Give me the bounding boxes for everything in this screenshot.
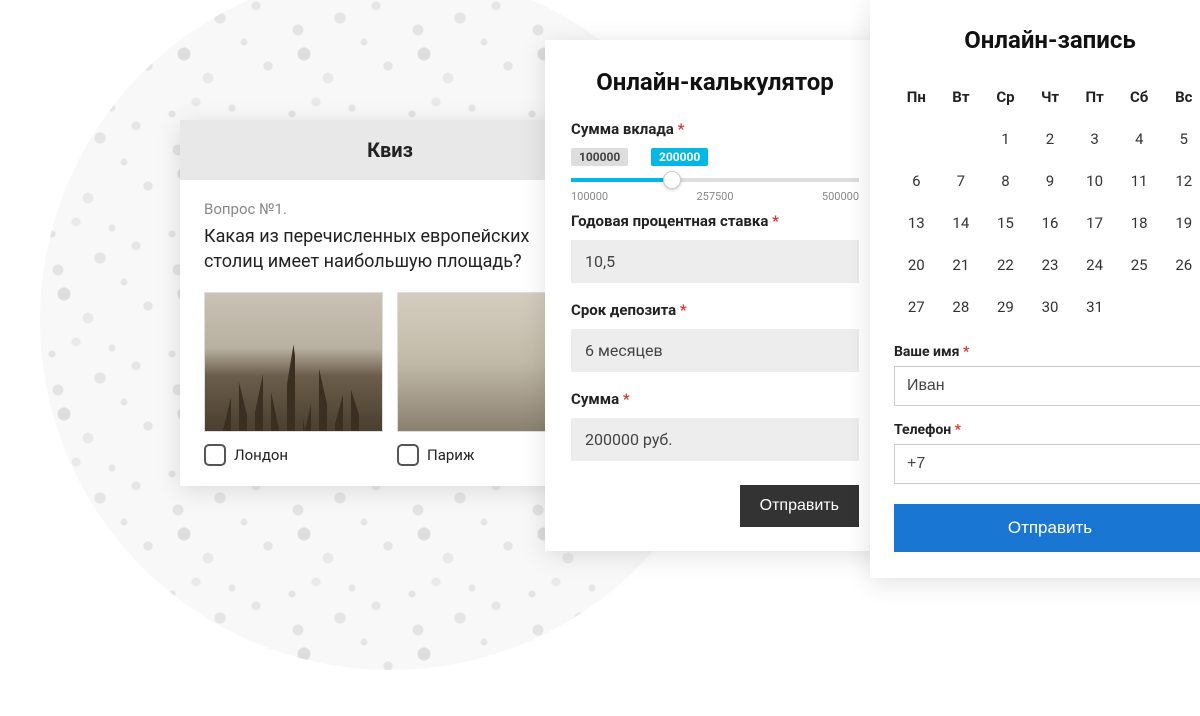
calendar-day[interactable]: 5 bbox=[1161, 118, 1200, 160]
quiz-option-london[interactable]: Лондон bbox=[204, 292, 383, 466]
sum-label: Сумма * bbox=[571, 390, 859, 408]
calendar-day[interactable]: 22 bbox=[983, 244, 1028, 286]
slider-thumb[interactable] bbox=[663, 171, 681, 189]
calendar-day[interactable]: 2 bbox=[1028, 118, 1073, 160]
calendar-day[interactable]: 16 bbox=[1028, 202, 1073, 244]
calculator-card: Онлайн-калькулятор Сумма вклада * 100000… bbox=[545, 40, 885, 551]
calendar-day bbox=[1161, 286, 1200, 328]
calendar-weekday: Ср bbox=[983, 76, 1028, 118]
quiz-option-label: Лондон bbox=[234, 446, 288, 464]
calendar-day[interactable]: 18 bbox=[1117, 202, 1162, 244]
calendar-weekday: Чт bbox=[1028, 76, 1073, 118]
slider-tick-mid: 257500 bbox=[696, 190, 733, 203]
calendar-day[interactable]: 6 bbox=[894, 160, 939, 202]
checkbox-icon[interactable] bbox=[204, 444, 226, 466]
calendar-day[interactable]: 7 bbox=[939, 160, 984, 202]
calendar-weekday: Вт bbox=[939, 76, 984, 118]
phone-input[interactable] bbox=[894, 444, 1200, 484]
name-label: Ваше имя * bbox=[894, 344, 1200, 360]
calendar-day[interactable]: 3 bbox=[1072, 118, 1117, 160]
calendar-day[interactable]: 4 bbox=[1117, 118, 1162, 160]
calendar-day[interactable]: 11 bbox=[1117, 160, 1162, 202]
calendar-weekday-header: ПнВтСрЧтПтСбВс bbox=[894, 76, 1200, 118]
calendar-day bbox=[939, 118, 984, 160]
slider-min-badge: 100000 bbox=[571, 148, 628, 166]
booking-title: Онлайн-запись bbox=[894, 26, 1200, 54]
calendar-row: 6789101112 bbox=[894, 160, 1200, 202]
calendar-day[interactable]: 15 bbox=[983, 202, 1028, 244]
calendar-day[interactable]: 8 bbox=[983, 160, 1028, 202]
calendar-day[interactable]: 9 bbox=[1028, 160, 1073, 202]
calendar-day[interactable]: 29 bbox=[983, 286, 1028, 328]
calendar-day[interactable]: 26 bbox=[1161, 244, 1200, 286]
calculator-title: Онлайн-калькулятор bbox=[571, 68, 859, 96]
calendar-row: 2728293031 bbox=[894, 286, 1200, 328]
deposit-slider[interactable]: 100000 200000 100000 257500 500000 bbox=[571, 148, 859, 208]
term-input[interactable]: 6 месяцев bbox=[571, 329, 859, 372]
quiz-question-number: Вопрос №1. bbox=[204, 200, 576, 218]
calendar-day[interactable]: 28 bbox=[939, 286, 984, 328]
calendar-row: 20212223242526 bbox=[894, 244, 1200, 286]
calendar-row: 13141516171819 bbox=[894, 202, 1200, 244]
calendar-day[interactable]: 30 bbox=[1028, 286, 1073, 328]
booking-submit-button[interactable]: Отправить bbox=[894, 504, 1200, 552]
calendar-day[interactable]: 31 bbox=[1072, 286, 1117, 328]
calendar-day[interactable]: 19 bbox=[1161, 202, 1200, 244]
phone-label: Телефон * bbox=[894, 422, 1200, 438]
quiz-option-label: Париж bbox=[427, 446, 474, 464]
term-label: Срок депозита * bbox=[571, 301, 859, 319]
calendar-day[interactable]: 24 bbox=[1072, 244, 1117, 286]
calendar-day[interactable]: 1 bbox=[983, 118, 1028, 160]
quiz-question-text: Какая из перечисленных европейских столи… bbox=[204, 224, 576, 274]
calendar-day[interactable]: 25 bbox=[1117, 244, 1162, 286]
calculator-submit-button[interactable]: Отправить bbox=[740, 485, 859, 527]
quiz-image-london bbox=[204, 292, 383, 432]
calendar-day bbox=[894, 118, 939, 160]
calendar-body: 1234567891011121314151617181920212223242… bbox=[894, 118, 1200, 328]
calendar-day[interactable]: 20 bbox=[894, 244, 939, 286]
quiz-header: Квиз bbox=[180, 120, 600, 180]
calendar-day[interactable]: 12 bbox=[1161, 160, 1200, 202]
rate-input[interactable]: 10,5 bbox=[571, 240, 859, 283]
slider-tick-max: 500000 bbox=[822, 190, 859, 203]
calendar-day[interactable]: 13 bbox=[894, 202, 939, 244]
calendar-weekday: Пн bbox=[894, 76, 939, 118]
calendar-day[interactable]: 17 bbox=[1072, 202, 1117, 244]
checkbox-icon[interactable] bbox=[397, 444, 419, 466]
calendar-weekday: Пт bbox=[1072, 76, 1117, 118]
name-input[interactable] bbox=[894, 366, 1200, 406]
slider-fill bbox=[571, 178, 672, 182]
slider-value-badge: 200000 bbox=[651, 148, 708, 166]
calendar-weekday: Сб bbox=[1117, 76, 1162, 118]
calendar-day[interactable]: 21 bbox=[939, 244, 984, 286]
quiz-card: Квиз Вопрос №1. Какая из перечисленных е… bbox=[180, 120, 600, 486]
calendar-day[interactable]: 27 bbox=[894, 286, 939, 328]
deposit-amount-label: Сумма вклада * bbox=[571, 120, 859, 138]
calendar-weekday: Вс bbox=[1161, 76, 1200, 118]
calendar-day[interactable]: 10 bbox=[1072, 160, 1117, 202]
calendar-day bbox=[1117, 286, 1162, 328]
sum-input[interactable]: 200000 руб. bbox=[571, 418, 859, 461]
booking-card: Онлайн-запись ПнВтСрЧтПтСбВс 12345678910… bbox=[870, 0, 1200, 578]
slider-tick-min: 100000 bbox=[571, 190, 608, 203]
calendar-row: 12345 bbox=[894, 118, 1200, 160]
calendar-day[interactable]: 14 bbox=[939, 202, 984, 244]
rate-label: Годовая процентная ставка * bbox=[571, 212, 859, 230]
calendar-day[interactable]: 23 bbox=[1028, 244, 1073, 286]
